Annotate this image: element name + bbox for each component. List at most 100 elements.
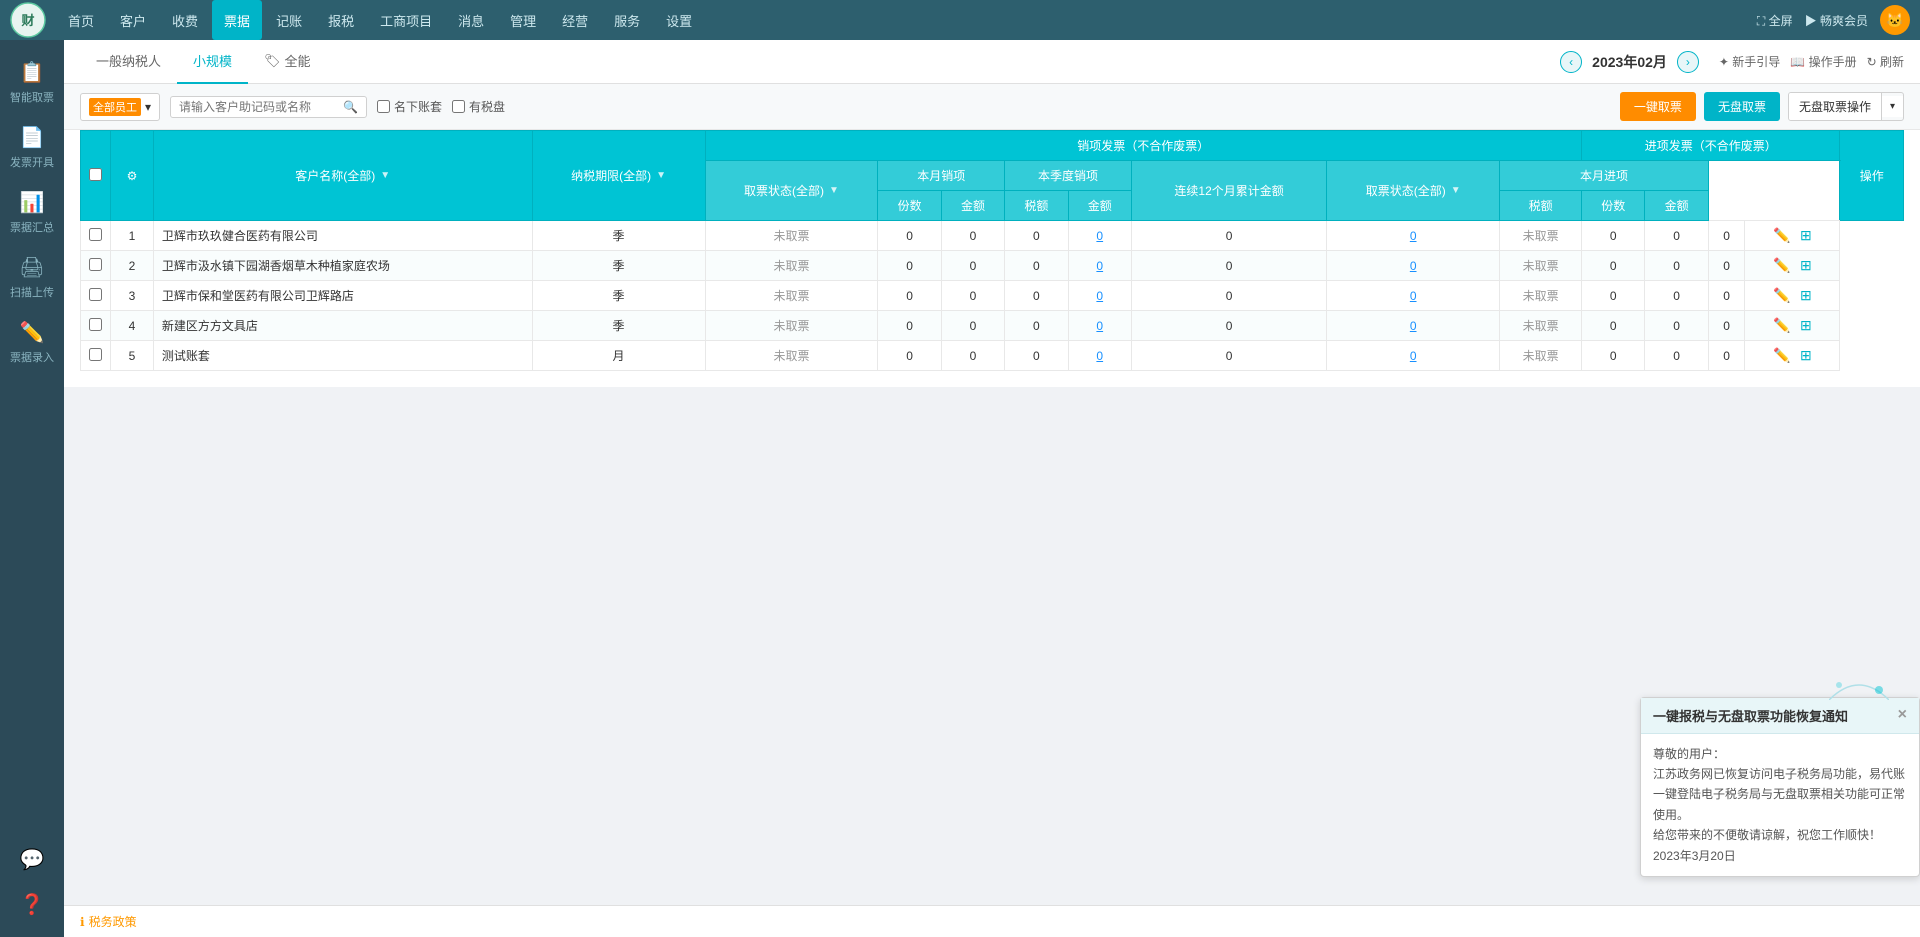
tax-period-filter-icon[interactable]: ▼ — [656, 170, 666, 181]
row-sales-month-count: 0 — [878, 251, 941, 281]
period-prev-btn[interactable]: ‹ — [1560, 51, 1582, 73]
sidebar-item-scan-upload[interactable]: 🖨 扫描上传 — [0, 245, 64, 310]
search-icon[interactable]: 🔍 — [343, 100, 358, 114]
row-sales-month-amount: 0 — [941, 281, 1004, 311]
nav-service[interactable]: 服务 — [602, 0, 652, 40]
refresh-btn[interactable]: ↻ 刷新 — [1867, 53, 1904, 70]
edit-icon[interactable]: ✏️ — [1773, 287, 1790, 303]
tab-all-capable[interactable]: 🏷 全能 — [248, 40, 327, 84]
row-index: 3 — [111, 281, 154, 311]
row-customer[interactable]: 测试账套 — [153, 341, 532, 371]
notification-greeting: 尊敬的用户： — [1653, 744, 1907, 764]
no-disk-ticket-btn[interactable]: 无盘取票 — [1704, 92, 1780, 121]
more-icon[interactable]: ⊞ — [1800, 287, 1812, 303]
logo[interactable]: 财 — [10, 2, 46, 38]
edit-icon[interactable]: ✏️ — [1773, 347, 1790, 363]
notification-close-btn[interactable]: × — [1898, 706, 1907, 724]
bottom-bar: ℹ 税务政策 — [64, 905, 1920, 937]
select-all-checkbox[interactable] — [89, 168, 102, 181]
customer-filter-icon[interactable]: ▼ — [380, 170, 390, 181]
row-checkbox[interactable] — [89, 348, 102, 361]
new-guide-btn[interactable]: ✦ 新手引导 — [1719, 53, 1780, 70]
nav-operation[interactable]: 经营 — [550, 0, 600, 40]
employee-select[interactable]: 全部员工 ▾ — [80, 93, 160, 121]
row-actions: ✏️ ⊞ — [1745, 251, 1840, 281]
row-sales-quarter-tax: 0 — [1131, 281, 1326, 311]
row-checkbox-cell — [81, 221, 111, 251]
th-settings: ⚙ — [111, 131, 154, 221]
row-checkbox[interactable] — [89, 288, 102, 301]
row-sales-month-count: 0 — [878, 341, 941, 371]
row-sales-quarter-amount: 0 — [1068, 281, 1131, 311]
nav-accounting[interactable]: 记账 — [264, 0, 314, 40]
search-input[interactable] — [179, 100, 339, 114]
help-icon: ❓ — [20, 892, 45, 917]
sales-status-filter-icon[interactable]: ▼ — [829, 185, 839, 196]
myaccount-checkbox[interactable] — [377, 100, 390, 113]
more-icon[interactable]: ⊞ — [1800, 317, 1812, 333]
row-customer[interactable]: 卫辉市玖玖健合医药有限公司 — [153, 221, 532, 251]
sidebar-item-ticket-summary[interactable]: 📊 票据汇总 — [0, 180, 64, 245]
edit-icon[interactable]: ✏️ — [1773, 227, 1790, 243]
edit-icon[interactable]: ✏️ — [1773, 257, 1790, 273]
notification-content: 江苏政务网已恢复访问电子税务局功能，易代账一键登陆电子税务局与无盘取票相关功能可… — [1653, 764, 1907, 825]
sidebar-label-scan-upload: 扫描上传 — [10, 284, 54, 300]
row-checkbox[interactable] — [89, 228, 102, 241]
sidebar-item-help[interactable]: ❓ — [0, 882, 64, 927]
nav-fee[interactable]: 收费 — [160, 0, 210, 40]
taxdisk-checkbox[interactable] — [452, 100, 465, 113]
nav-ticket[interactable]: 票据 — [212, 0, 262, 40]
row-checkbox[interactable] — [89, 318, 102, 331]
row-customer[interactable]: 卫辉市汲水镇下园湖香烟草木种植家庭农场 — [153, 251, 532, 281]
nav-customer[interactable]: 客户 — [108, 0, 158, 40]
sidebar-item-smart-ticket[interactable]: 📋 智能取票 — [0, 50, 64, 115]
table-row: 1 卫辉市玖玖健合医药有限公司 季 未取票 0 0 0 0 0 0 未取票 0 … — [81, 221, 1904, 251]
tax-policy-link[interactable]: 税务政策 — [89, 913, 137, 930]
row-sales-quarter-amount: 0 — [1068, 341, 1131, 371]
row-sales-status: 未取票 — [705, 341, 878, 371]
manual-btn[interactable]: 📖 操作手册 — [1790, 53, 1856, 70]
row-customer[interactable]: 新建区方方文具店 — [153, 311, 532, 341]
th-action: 操作 — [1840, 131, 1904, 221]
nav-manage[interactable]: 管理 — [498, 0, 548, 40]
tab-small-scale[interactable]: 小规模 — [177, 40, 248, 84]
nav-home[interactable]: 首页 — [56, 0, 106, 40]
tab-general-taxpayer[interactable]: 一般纳税人 — [80, 40, 177, 84]
more-icon[interactable]: ⊞ — [1800, 227, 1812, 243]
more-icon[interactable]: ⊞ — [1800, 257, 1812, 273]
sidebar-item-feedback[interactable]: 💬 — [0, 837, 64, 882]
period-text: 2023年02月 — [1592, 52, 1667, 72]
row-purchase-month-tax: 0 — [1708, 221, 1745, 251]
th-sales-12month: 连续12个月累计金额 — [1131, 161, 1326, 221]
th-purchase-status: 取票状态(全部) ▼ — [1327, 161, 1500, 221]
avatar[interactable]: 🐱 — [1880, 5, 1910, 35]
row-period: 月 — [532, 341, 705, 371]
th-sales-quarter-amount: 税额 — [1005, 191, 1068, 221]
nav-items: 首页 客户 收费 票据 记账 报税 工商项目 消息 管理 经营 服务 设置 — [56, 0, 1757, 40]
no-disk-ops-label[interactable]: 无盘取票操作 — [1789, 93, 1882, 120]
row-sales-quarter-amount: 0 — [1068, 251, 1131, 281]
one-click-ticket-btn[interactable]: 一键取票 — [1620, 92, 1696, 121]
smart-ticket-icon: 📋 — [20, 60, 45, 85]
sidebar-item-ticket-entry[interactable]: ✏️ 票据录入 — [0, 310, 64, 375]
checkbox-myaccount[interactable]: 名下账套 — [377, 98, 442, 115]
row-purchase-status: 未取票 — [1500, 341, 1582, 371]
sidebar-item-invoice-open[interactable]: 📄 发票开具 — [0, 115, 64, 180]
nav-settings[interactable]: 设置 — [654, 0, 704, 40]
member-btn[interactable]: ▶ 畅爽会员 — [1805, 12, 1868, 29]
nav-message[interactable]: 消息 — [446, 0, 496, 40]
nav-business[interactable]: 工商项目 — [368, 0, 444, 40]
no-disk-ops-dropdown-icon[interactable]: ▾ — [1882, 96, 1903, 117]
scan-upload-icon: 🖨 — [19, 255, 44, 280]
edit-icon[interactable]: ✏️ — [1773, 317, 1790, 333]
row-customer[interactable]: 卫辉市保和堂医药有限公司卫辉路店 — [153, 281, 532, 311]
row-checkbox[interactable] — [89, 258, 102, 271]
period-next-btn[interactable]: › — [1677, 51, 1699, 73]
purchase-status-filter-icon[interactable]: ▼ — [1451, 185, 1461, 196]
nav-tax[interactable]: 报税 — [316, 0, 366, 40]
fullscreen-btn[interactable]: ⛶ 全屏 — [1757, 12, 1793, 29]
more-icon[interactable]: ⊞ — [1800, 347, 1812, 363]
row-sales-status: 未取票 — [705, 251, 878, 281]
checkbox-taxdisk[interactable]: 有税盘 — [452, 98, 505, 115]
th-purchase-group: 进项发票（不合作废票） — [1582, 131, 1840, 161]
